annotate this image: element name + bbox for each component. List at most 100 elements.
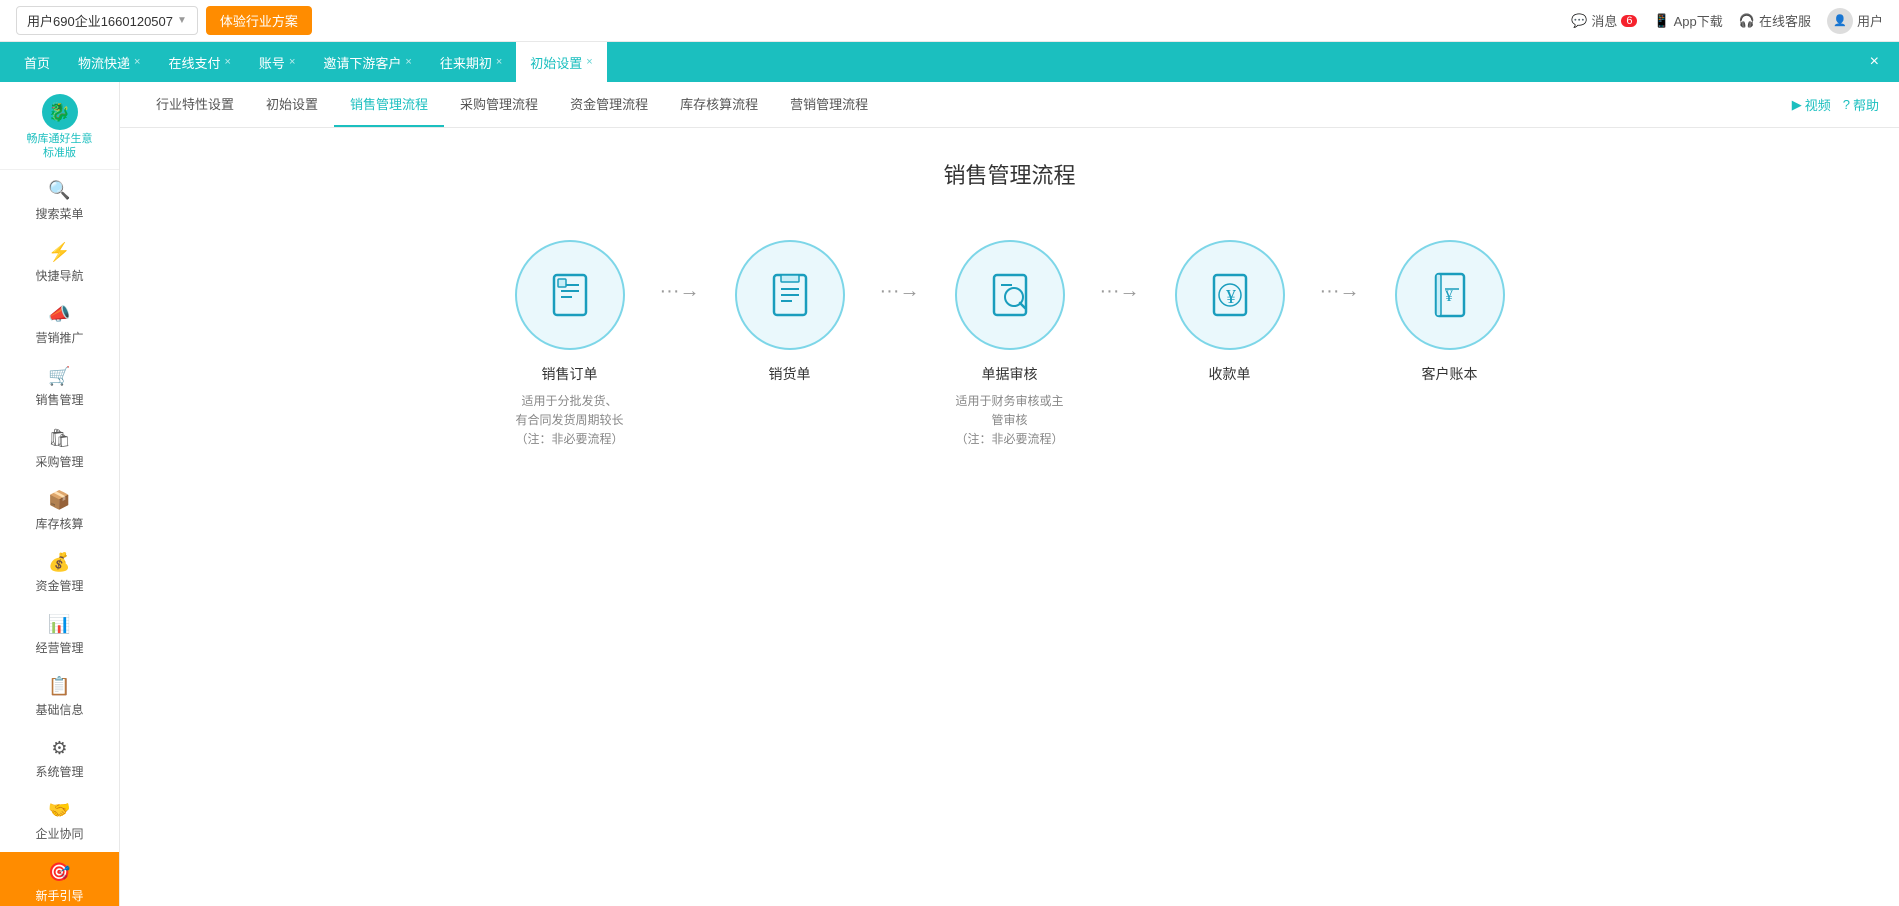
subtab-marketing-flow[interactable]: 营销管理流程 [774,82,884,127]
try-industry-button[interactable]: 体验行业方案 [206,6,312,35]
flow-arrow-1: ···→ [650,240,710,303]
video-link[interactable]: ▶ 视频 [1792,95,1831,114]
message-icon: 💬 [1571,13,1587,29]
close-icon[interactable]: × [405,56,411,68]
nav-tab-payment[interactable]: 在线支付 × [154,42,244,82]
sidebar-item-system[interactable]: ⚙ 系统管理 [0,728,119,790]
sidebar-item-marketing-label: 营销推广 [35,329,83,346]
nav-tab-period[interactable]: 往来期初 × [426,42,516,82]
sidebar-item-inventory[interactable]: 📦 库存核算 [0,480,119,542]
sidebar-item-collab[interactable]: 🤝 企业协同 [0,790,119,852]
sidebar-item-newguide-label: 新手引导 [35,887,83,904]
top-bar-left: 用户690企业1660120507 ▼ 体验行业方案 [16,6,312,35]
step-account-name: 客户账本 [1422,364,1478,384]
flow-step-account: ¥ 客户账本 [1370,240,1530,392]
sidebar-item-newguide[interactable]: 🎯 新手引导 [0,852,119,906]
app-download-item[interactable]: 📱 App下载 [1653,11,1722,30]
online-service-label: 在线客服 [1759,11,1811,30]
svg-text:¥: ¥ [1445,288,1453,305]
subtab-finance-flow[interactable]: 资金管理流程 [554,82,664,127]
flow-arrow-3: ···→ [1090,240,1150,303]
subtab-purchase-flow[interactable]: 采购管理流程 [444,82,554,127]
subtab-init[interactable]: 初始设置 [250,82,334,127]
nav-tab-payment-label: 在线支付 [168,53,220,72]
target-icon: 🎯 [48,862,70,883]
logo-icon: 🐉 [42,94,78,130]
sidebar-item-purchase[interactable]: 🛍 采购管理 [0,418,119,480]
nav-tab-logistics-label: 物流快递 [78,53,130,72]
flow-circle-delivery [735,240,845,350]
receipt-icon: ¥ [1204,269,1256,321]
flow-content: 销售管理流程 销售订单 适用于分批发货、有合同发货周期较长（ [120,128,1899,480]
message-icon-item[interactable]: 💬 消息 6 [1571,11,1637,30]
online-service-item[interactable]: 🎧 在线客服 [1739,11,1811,30]
step-delivery-name: 销货单 [769,364,811,384]
flow-step-order: 销售订单 适用于分批发货、有合同发货周期较长（注：非必要流程） [490,240,650,450]
nav-tab-invite[interactable]: 邀请下游客户 × [309,42,425,82]
sidebar-item-sales[interactable]: 🛒 销售管理 [0,356,119,418]
step-receipt-name: 收款单 [1209,364,1251,384]
flow-step-receipt: ¥ 收款单 [1150,240,1310,392]
sidebar-item-quicknav[interactable]: ⚡ 快捷导航 [0,232,119,294]
flow-circle-audit [955,240,1065,350]
video-label: 视频 [1805,95,1831,114]
nav-tab-home[interactable]: 首页 [10,42,64,82]
subtab-sales-flow-label: 销售管理流程 [350,97,428,112]
subtab-sales-flow[interactable]: 销售管理流程 [334,82,444,127]
clipboard-icon: 📋 [48,676,70,697]
nav-close-all-button[interactable]: × [1860,53,1889,71]
flow-title: 销售管理流程 [160,158,1859,190]
top-bar: 用户690企业1660120507 ▼ 体验行业方案 💬 消息 6 📱 App下… [0,0,1899,42]
lightning-icon: ⚡ [48,242,70,263]
close-icon[interactable]: × [134,56,140,68]
subtab-industry[interactable]: 行业特性设置 [140,82,250,127]
search-icon: 🔍 [48,180,70,201]
nav-tab-home-label: 首页 [24,53,50,72]
cart-icon: 🛒 [48,366,70,387]
sidebar-item-basic[interactable]: 📋 基础信息 [0,666,119,728]
user-avatar-item[interactable]: 👤 用户 [1827,8,1883,34]
flow-arrow-4: ···→ [1310,240,1370,303]
play-icon: ▶ [1792,97,1802,113]
sub-tabs: 行业特性设置 初始设置 销售管理流程 采购管理流程 资金管理流程 库存核算流程 … [120,82,1899,128]
chevron-down-icon: ▼ [177,15,187,26]
subtab-inventory-flow[interactable]: 库存核算流程 [664,82,774,127]
sidebar-item-search[interactable]: 🔍 搜索菜单 [0,170,119,232]
money-icon: 💰 [48,552,70,573]
sidebar-item-finance[interactable]: 💰 资金管理 [0,542,119,604]
top-bar-right: 💬 消息 6 📱 App下载 🎧 在线客服 👤 用户 [1571,8,1883,34]
flow-step-audit: 单据审核 适用于财务审核或主管审核（注：非必要流程） [930,240,1090,450]
close-icon[interactable]: × [224,56,230,68]
sub-tabs-actions: ▶ 视频 ? 帮助 [1792,95,1879,114]
sidebar-item-operation[interactable]: 📊 经营管理 [0,604,119,666]
content-area: 行业特性设置 初始设置 销售管理流程 采购管理流程 资金管理流程 库存核算流程 … [120,82,1899,906]
user-label: 用户690企业1660120507 [27,11,173,30]
help-label: 帮助 [1853,95,1879,114]
help-link[interactable]: ? 帮助 [1843,95,1879,114]
flow-circle-account: ¥ [1395,240,1505,350]
sidebar-item-marketing[interactable]: 📣 营销推广 [0,294,119,356]
message-label: 消息 [1591,11,1617,30]
nav-tab-account[interactable]: 账号 × [245,42,309,82]
nav-tab-logistics[interactable]: 物流快递 × [64,42,154,82]
flow-circle-order [515,240,625,350]
flow-circle-receipt: ¥ [1175,240,1285,350]
user-selector[interactable]: 用户690企业1660120507 ▼ [16,6,198,35]
sidebar-item-search-label: 搜索菜单 [35,205,83,222]
subtab-finance-flow-label: 资金管理流程 [570,97,648,112]
sidebar: 🐉 畅库通好生意标准版 🔍 搜索菜单 ⚡ 快捷导航 📣 营销推广 🛒 销售管理 … [0,82,120,906]
subtab-inventory-flow-label: 库存核算流程 [680,97,758,112]
sidebar-item-finance-label: 资金管理 [35,577,83,594]
close-icon[interactable]: × [496,56,502,68]
sidebar-item-sales-label: 销售管理 [35,391,83,408]
close-icon[interactable]: × [289,56,295,68]
step-order-desc: 适用于分批发货、有合同发货周期较长（注：非必要流程） [515,392,623,450]
nav-tab-account-label: 账号 [259,53,285,72]
account-icon: ¥ [1424,269,1476,321]
step-audit-desc: 适用于财务审核或主管审核（注：非必要流程） [955,392,1063,450]
nav-tab-init[interactable]: 初始设置 × [516,42,606,82]
logo-text: 畅库通好生意标准版 [27,132,93,161]
close-icon[interactable]: × [586,56,592,68]
audit-icon [984,269,1036,321]
step-audit-name: 单据审核 [982,364,1038,384]
